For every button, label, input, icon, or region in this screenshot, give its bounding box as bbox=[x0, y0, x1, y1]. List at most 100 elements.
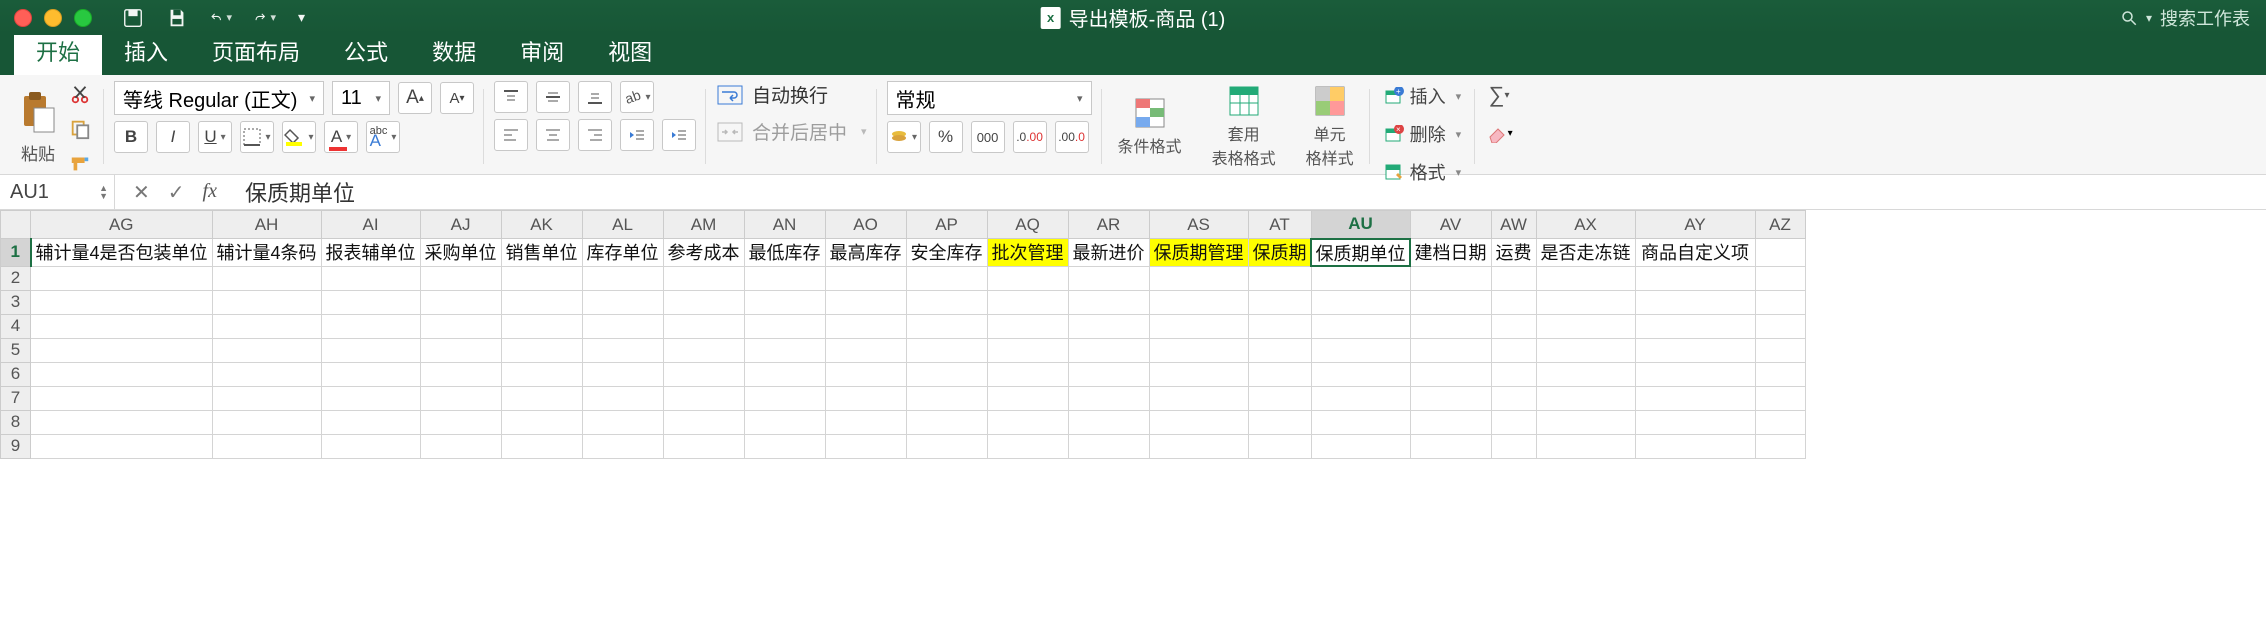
cell-AS4[interactable] bbox=[1149, 314, 1248, 338]
qat-customize-icon[interactable]: ▾ bbox=[298, 7, 320, 29]
percent-button[interactable]: % bbox=[929, 121, 963, 153]
formula-input[interactable]: 保质期单位 bbox=[235, 176, 2266, 208]
cell-AS3[interactable] bbox=[1149, 290, 1248, 314]
cell-AW6[interactable] bbox=[1491, 362, 1536, 386]
cell-AR5[interactable] bbox=[1068, 338, 1149, 362]
cell-AG5[interactable] bbox=[31, 338, 213, 362]
name-box[interactable]: AU1 ▲▼ bbox=[0, 175, 115, 209]
autosave-icon[interactable] bbox=[122, 7, 144, 29]
column-header-AS[interactable]: AS bbox=[1149, 211, 1248, 239]
cell-AS8[interactable] bbox=[1149, 410, 1248, 434]
cell-AR3[interactable] bbox=[1068, 290, 1149, 314]
cell-AM4[interactable] bbox=[663, 314, 744, 338]
column-header-AN[interactable]: AN bbox=[744, 211, 825, 239]
cell-AV7[interactable] bbox=[1410, 386, 1491, 410]
decrease-indent-button[interactable] bbox=[620, 119, 654, 151]
column-header-AV[interactable]: AV bbox=[1410, 211, 1491, 239]
cell-AZ9[interactable] bbox=[1755, 434, 1805, 458]
column-header-AZ[interactable]: AZ bbox=[1755, 211, 1805, 239]
cell-AH7[interactable] bbox=[212, 386, 321, 410]
insert-cells-button[interactable]: + 插入▾ bbox=[1380, 81, 1466, 111]
cell-AZ4[interactable] bbox=[1755, 314, 1805, 338]
cell-AH2[interactable] bbox=[212, 266, 321, 290]
cell-AU6[interactable] bbox=[1311, 362, 1410, 386]
cell-AI1[interactable]: 报表辅单位 bbox=[321, 239, 420, 267]
cell-AK4[interactable] bbox=[501, 314, 582, 338]
cell-AK6[interactable] bbox=[501, 362, 582, 386]
cell-AV3[interactable] bbox=[1410, 290, 1491, 314]
cell-AJ4[interactable] bbox=[420, 314, 501, 338]
column-header-AM[interactable]: AM bbox=[663, 211, 744, 239]
accept-formula-icon[interactable]: ✓ bbox=[168, 180, 185, 205]
cell-AQ5[interactable] bbox=[987, 338, 1068, 362]
cell-AP5[interactable] bbox=[906, 338, 987, 362]
cell-AI4[interactable] bbox=[321, 314, 420, 338]
cell-AM3[interactable] bbox=[663, 290, 744, 314]
cell-AY9[interactable] bbox=[1635, 434, 1755, 458]
cell-AG7[interactable] bbox=[31, 386, 213, 410]
cell-AP8[interactable] bbox=[906, 410, 987, 434]
cell-AX2[interactable] bbox=[1536, 266, 1635, 290]
font-color-button[interactable]: A bbox=[324, 121, 358, 153]
cell-AV8[interactable] bbox=[1410, 410, 1491, 434]
cell-AY6[interactable] bbox=[1635, 362, 1755, 386]
cell-AK1[interactable]: 销售单位 bbox=[501, 239, 582, 267]
cell-AQ7[interactable] bbox=[987, 386, 1068, 410]
cell-AY2[interactable] bbox=[1635, 266, 1755, 290]
cell-AW8[interactable] bbox=[1491, 410, 1536, 434]
cell-AH1[interactable]: 辅计量4条码 bbox=[212, 239, 321, 267]
cell-AH6[interactable] bbox=[212, 362, 321, 386]
cell-AJ5[interactable] bbox=[420, 338, 501, 362]
cell-AN5[interactable] bbox=[744, 338, 825, 362]
undo-button[interactable] bbox=[210, 7, 232, 29]
cell-AJ1[interactable]: 采购单位 bbox=[420, 239, 501, 267]
cell-AQ6[interactable] bbox=[987, 362, 1068, 386]
cell-AS7[interactable] bbox=[1149, 386, 1248, 410]
align-center-button[interactable] bbox=[536, 119, 570, 151]
row-header-1[interactable]: 1 bbox=[1, 239, 31, 267]
cell-styles-button[interactable]: 单元 格样式 bbox=[1300, 81, 1360, 171]
cell-AO8[interactable] bbox=[825, 410, 906, 434]
cell-AY7[interactable] bbox=[1635, 386, 1755, 410]
cell-AZ6[interactable] bbox=[1755, 362, 1805, 386]
cell-AI9[interactable] bbox=[321, 434, 420, 458]
cell-AG1[interactable]: 辅计量4是否包装单位 bbox=[31, 239, 213, 267]
cell-AN3[interactable] bbox=[744, 290, 825, 314]
cell-AM2[interactable] bbox=[663, 266, 744, 290]
name-box-stepper[interactable]: ▲▼ bbox=[99, 184, 108, 200]
cell-AW2[interactable] bbox=[1491, 266, 1536, 290]
decrease-decimal-button[interactable]: .00.0 bbox=[1055, 121, 1089, 153]
cell-AI8[interactable] bbox=[321, 410, 420, 434]
cell-AW5[interactable] bbox=[1491, 338, 1536, 362]
cell-AL7[interactable] bbox=[582, 386, 663, 410]
cell-AP1[interactable]: 安全库存 bbox=[906, 239, 987, 267]
cell-AV4[interactable] bbox=[1410, 314, 1491, 338]
cell-AW1[interactable]: 运费 bbox=[1491, 239, 1536, 267]
column-header-AG[interactable]: AG bbox=[31, 211, 213, 239]
select-all-corner[interactable] bbox=[1, 211, 31, 239]
cell-AV6[interactable] bbox=[1410, 362, 1491, 386]
column-header-AY[interactable]: AY bbox=[1635, 211, 1755, 239]
cell-AM1[interactable]: 参考成本 bbox=[663, 239, 744, 267]
cell-AK5[interactable] bbox=[501, 338, 582, 362]
orientation-button[interactable]: ab bbox=[620, 81, 654, 113]
cell-AK7[interactable] bbox=[501, 386, 582, 410]
cell-AU4[interactable] bbox=[1311, 314, 1410, 338]
cell-AP3[interactable] bbox=[906, 290, 987, 314]
cell-AO7[interactable] bbox=[825, 386, 906, 410]
cell-AR4[interactable] bbox=[1068, 314, 1149, 338]
cell-AH8[interactable] bbox=[212, 410, 321, 434]
cell-AG2[interactable] bbox=[31, 266, 213, 290]
row-header-2[interactable]: 2 bbox=[1, 266, 31, 290]
cell-AP9[interactable] bbox=[906, 434, 987, 458]
copy-button[interactable] bbox=[66, 115, 94, 143]
cell-AZ5[interactable] bbox=[1755, 338, 1805, 362]
cell-AS6[interactable] bbox=[1149, 362, 1248, 386]
font-name-select[interactable]: 等线 Regular (正文) ▾ bbox=[114, 81, 324, 115]
cell-AV1[interactable]: 建档日期 bbox=[1410, 239, 1491, 267]
align-middle-button[interactable] bbox=[536, 81, 570, 113]
cell-AK3[interactable] bbox=[501, 290, 582, 314]
cell-AY3[interactable] bbox=[1635, 290, 1755, 314]
cell-AQ9[interactable] bbox=[987, 434, 1068, 458]
cell-AL5[interactable] bbox=[582, 338, 663, 362]
